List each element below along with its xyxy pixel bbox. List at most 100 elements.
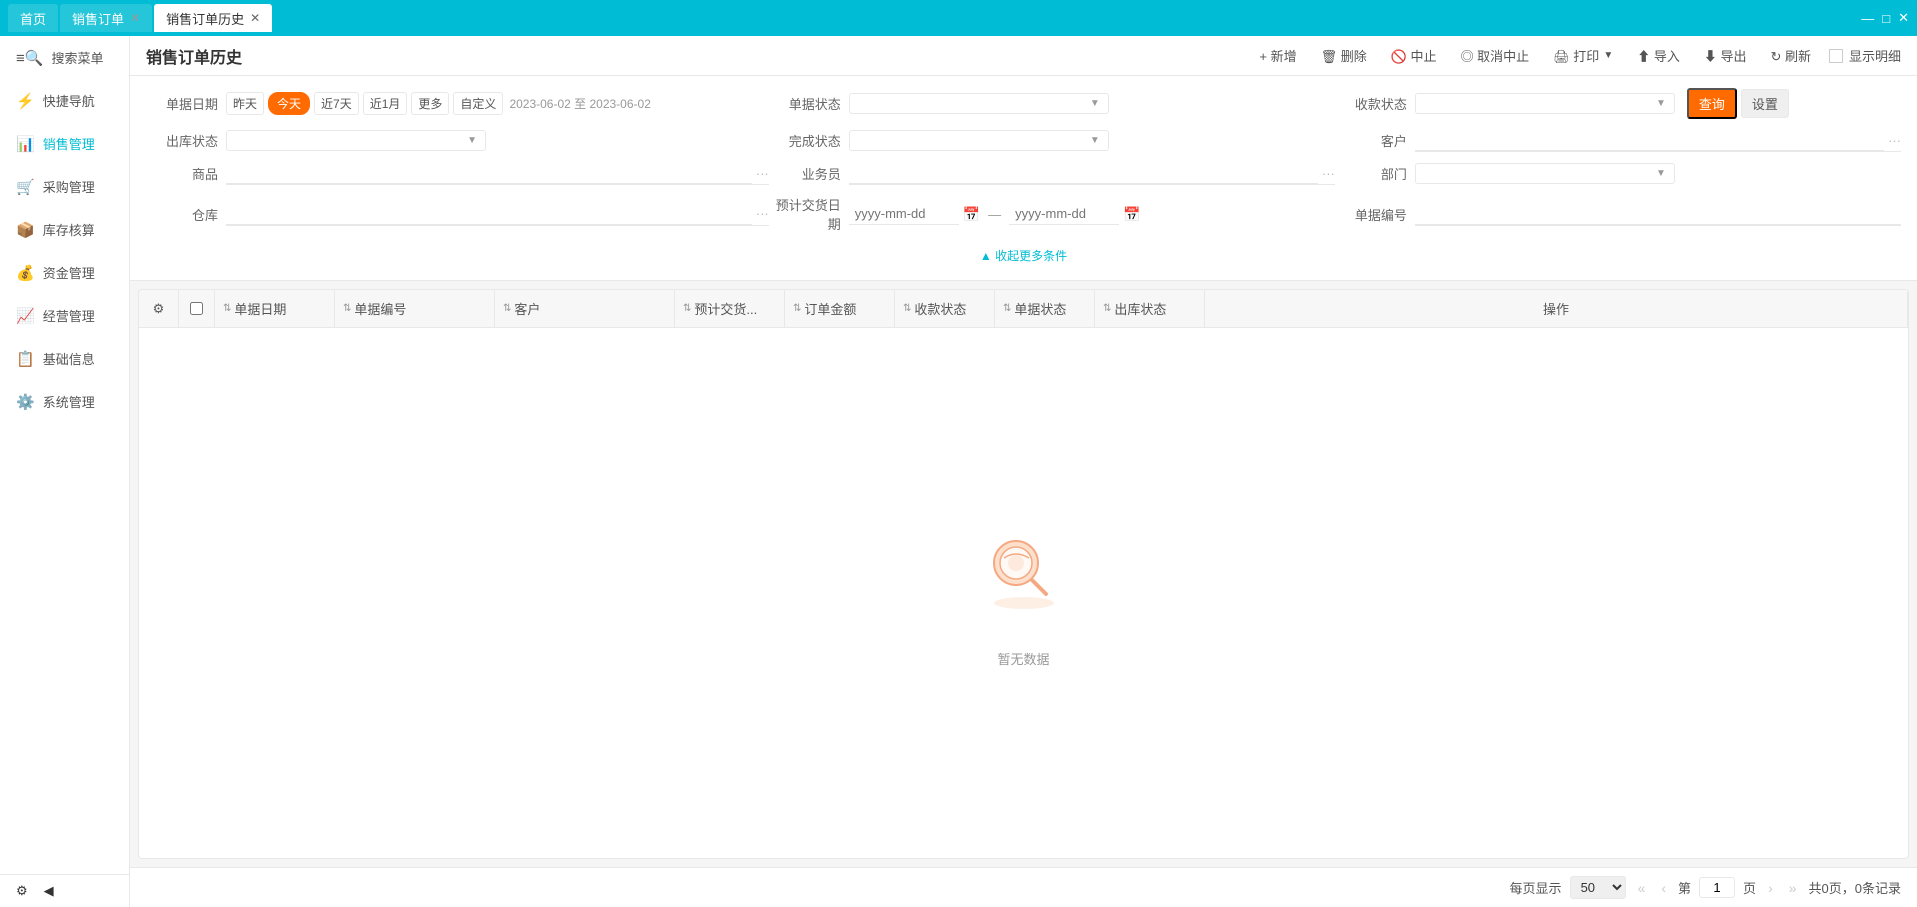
sort-icon[interactable]: ⇅ — [223, 303, 231, 314]
customer-dots[interactable]: ··· — [1888, 133, 1901, 148]
tab-sales-order[interactable]: 销售订单 ✕ — [60, 4, 152, 32]
sys-mgmt-icon: ⚙️ — [16, 393, 35, 411]
tab-home[interactable]: 首页 — [8, 4, 58, 32]
doc-status-select[interactable]: ▼ — [849, 93, 1109, 114]
delivery-end-input[interactable] — [1009, 203, 1119, 225]
export-label: ⬇ 导出 — [1704, 46, 1747, 65]
date-7days-btn[interactable]: 近7天 — [314, 92, 359, 115]
date-yesterday-btn[interactable]: 昨天 — [226, 92, 264, 115]
th-checkbox[interactable] — [179, 290, 215, 327]
display-col-button[interactable]: 显示明细 — [1829, 46, 1901, 65]
next-page-button[interactable]: › — [1764, 878, 1777, 898]
filter-out-status-col: 出库状态 ▼ — [146, 130, 769, 151]
sidebar-item-capital-mgmt[interactable]: 💰 资金管理 — [0, 251, 129, 294]
customer-input[interactable] — [1415, 129, 1884, 151]
sidebar-item-sales-mgmt[interactable]: 📊 销售管理 — [0, 122, 129, 165]
doc-no-input[interactable] — [1415, 203, 1901, 225]
doc-status-label: 单据状态 — [769, 94, 849, 113]
window-minimize[interactable]: — — [1861, 11, 1874, 26]
new-button[interactable]: + 新增 — [1253, 42, 1302, 69]
date-1month-btn[interactable]: 近1月 — [363, 92, 408, 115]
query-button[interactable]: 查询 — [1687, 88, 1737, 119]
tab-sales-order-history[interactable]: 销售订单历史 ✕ — [154, 4, 272, 32]
stop-button[interactable]: 🚫 中止 — [1385, 42, 1443, 69]
sidebar-item-basic-info[interactable]: 📋 基础信息 — [0, 337, 129, 380]
display-col-checkbox[interactable] — [1829, 49, 1843, 63]
sidebar: ≡🔍 搜索菜单 ⚡ 快捷导航 📊 销售管理 🛒 采购管理 📦 库存核算 💰 资金… — [0, 36, 130, 907]
refresh-button[interactable]: ↻ 刷新 — [1764, 42, 1817, 69]
sidebar-item-sys-mgmt[interactable]: ⚙️ 系统管理 — [0, 380, 129, 423]
sidebar-item-inventory-calc[interactable]: 📦 库存核算 — [0, 208, 129, 251]
out-status-label: 出库状态 — [146, 131, 226, 150]
warehouse-input[interactable] — [226, 203, 752, 225]
page-size-select[interactable]: 50 10 20 100 — [1570, 876, 1626, 899]
sidebar-item-purchase-mgmt-label: 采购管理 — [43, 177, 95, 196]
sort-icon-outstatus[interactable]: ⇅ — [1103, 303, 1111, 314]
th-settings[interactable]: ⚙ — [139, 290, 179, 327]
delivery-start-calendar-icon[interactable]: 📅 — [963, 206, 980, 223]
th-order-amount: ⇅ 订单金额 — [785, 290, 895, 327]
th-doc-no: ⇅ 单据编号 — [335, 290, 495, 327]
table-settings-icon[interactable]: ⚙ — [153, 301, 165, 317]
sidebar-item-quick-nav[interactable]: ⚡ 快捷导航 — [0, 79, 129, 122]
payment-status-label: 收款状态 — [1335, 94, 1415, 113]
collapse-row[interactable]: ▲ 收起更多条件 — [146, 243, 1901, 268]
delivery-end-calendar-icon[interactable]: 📅 — [1123, 206, 1140, 223]
sort-icon-amount[interactable]: ⇅ — [793, 303, 801, 314]
th-amount-label: 订单金额 — [804, 299, 856, 318]
last-page-button[interactable]: » — [1785, 878, 1801, 898]
quick-nav-icon: ⚡ — [16, 92, 35, 110]
warehouse-label: 仓库 — [146, 205, 226, 224]
tab-sales-order-history-close[interactable]: ✕ — [250, 11, 260, 25]
date-today-btn[interactable]: 今天 — [268, 92, 310, 115]
filter-doc-no-col: 单据编号 — [1335, 203, 1901, 226]
tab-sales-order-close[interactable]: ✕ — [130, 11, 140, 25]
delete-label: 🗑 删除 — [1321, 46, 1367, 65]
goods-dots[interactable]: ··· — [756, 166, 769, 181]
sort-icon-delivery[interactable]: ⇅ — [683, 303, 691, 314]
th-doc-date-label: 单据日期 — [234, 299, 286, 318]
sort-icon-customer[interactable]: ⇅ — [503, 303, 511, 314]
sidebar-settings-icon[interactable]: ⚙ — [16, 883, 28, 899]
settings-button[interactable]: 设置 — [1741, 89, 1789, 118]
sidebar-item-search-menu[interactable]: ≡🔍 搜索菜单 — [0, 36, 129, 79]
prev-page-button[interactable]: ‹ — [1657, 878, 1670, 898]
sort-icon-docstatus[interactable]: ⇅ — [1003, 303, 1011, 314]
page-number-input[interactable] — [1699, 877, 1735, 898]
inventory-calc-icon: 📦 — [16, 221, 35, 239]
cancel-stop-label: ◎ 取消中止 — [1461, 46, 1530, 65]
out-status-arrow-icon: ▼ — [467, 135, 477, 146]
sort-icon-docno[interactable]: ⇅ — [343, 303, 351, 314]
import-button[interactable]: ⬆ 导入 — [1631, 42, 1686, 69]
delete-button[interactable]: 🗑 删除 — [1315, 42, 1373, 69]
salesperson-dots[interactable]: ··· — [1322, 166, 1335, 181]
complete-status-select[interactable]: ▼ — [849, 130, 1109, 151]
date-separator: — — [988, 207, 1001, 222]
date-custom-btn[interactable]: 自定义 — [453, 92, 503, 115]
dept-select[interactable]: ▼ — [1415, 163, 1675, 184]
print-button[interactable]: 🖨 打印 ▼ — [1547, 42, 1619, 69]
sort-icon-payment[interactable]: ⇅ — [903, 303, 911, 314]
out-status-select[interactable]: ▼ — [226, 130, 486, 151]
filter-doc-status-col: 单据状态 ▼ — [769, 93, 1335, 114]
sidebar-collapse-icon[interactable]: ◀ — [44, 883, 54, 899]
first-page-button[interactable]: « — [1634, 878, 1650, 898]
th-operation-label: 操作 — [1543, 299, 1569, 318]
payment-status-select[interactable]: ▼ — [1415, 93, 1675, 114]
window-controls: — □ ✕ — [1861, 10, 1909, 26]
dept-label: 部门 — [1335, 164, 1415, 183]
cancel-stop-button[interactable]: ◎ 取消中止 — [1455, 42, 1536, 69]
sidebar-item-ops-mgmt[interactable]: 📈 经营管理 — [0, 294, 129, 337]
sidebar-item-capital-mgmt-label: 资金管理 — [43, 263, 95, 282]
window-close[interactable]: ✕ — [1898, 10, 1909, 26]
window-maximize[interactable]: □ — [1882, 11, 1890, 26]
export-button[interactable]: ⬇ 导出 — [1698, 42, 1753, 69]
date-more-btn[interactable]: 更多 — [411, 92, 449, 115]
warehouse-dots[interactable]: ··· — [756, 206, 769, 221]
th-delivery-date: ⇅ 预计交货... — [675, 290, 785, 327]
select-all-checkbox[interactable] — [190, 302, 203, 315]
goods-input[interactable] — [226, 162, 752, 184]
sidebar-item-purchase-mgmt[interactable]: 🛒 采购管理 — [0, 165, 129, 208]
salesperson-input[interactable] — [849, 162, 1318, 184]
delivery-start-input[interactable] — [849, 203, 959, 225]
